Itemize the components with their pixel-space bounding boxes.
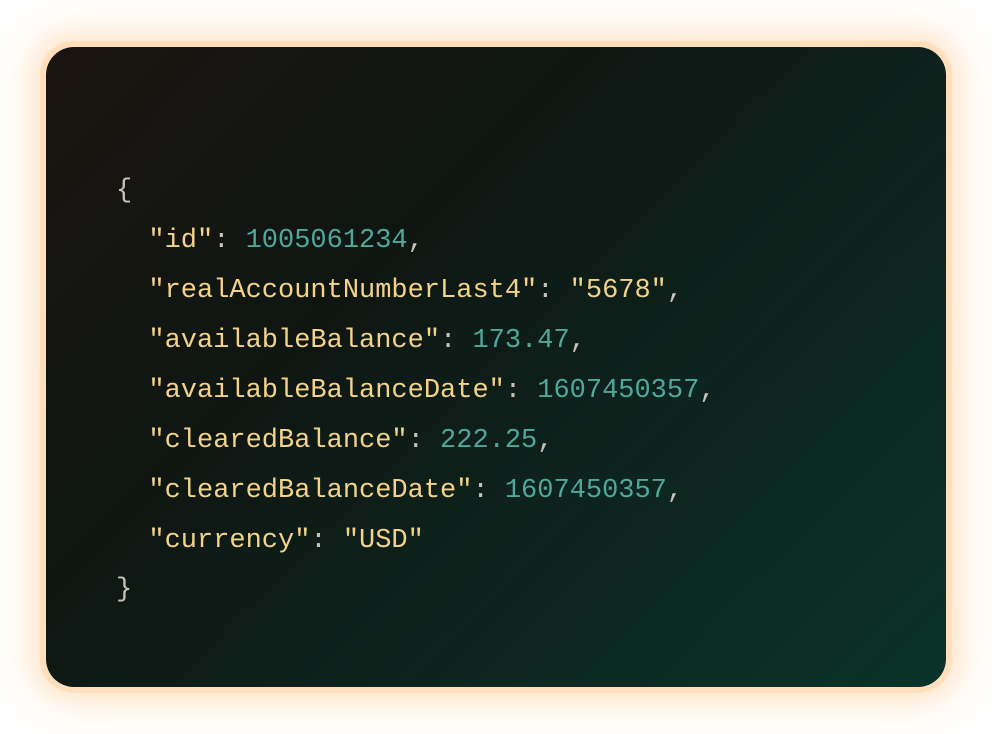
json-colon: : [537,276,569,306]
json-comma: , [699,376,715,406]
json-colon: : [505,376,537,406]
json-value: 1607450357 [505,476,667,506]
json-value: 1005061234 [246,226,408,256]
json-key: "clearedBalanceDate" [148,476,472,506]
code-card: { "id": 1005061234, "realAccountNumberLa… [46,47,946,687]
json-key: "availableBalanceDate" [148,376,504,406]
json-value: "USD" [343,526,424,556]
json-value: 222.25 [440,426,537,456]
json-key: "currency" [148,526,310,556]
json-key: "realAccountNumberLast4" [148,276,537,306]
json-colon: : [408,426,440,456]
close-bracket: } [116,575,132,605]
json-comma: , [408,226,424,256]
json-key: "availableBalance" [148,326,440,356]
json-colon: : [310,526,342,556]
json-value: 1607450357 [537,376,699,406]
json-code-block: { "id": 1005061234, "realAccountNumberLa… [116,117,896,616]
json-colon: : [440,326,472,356]
json-comma: , [667,476,683,506]
json-comma: , [537,426,553,456]
json-key: "id" [148,226,213,256]
json-value: 173.47 [472,326,569,356]
json-value: "5678" [570,276,667,306]
json-key: "clearedBalance" [148,426,407,456]
json-comma: , [570,326,586,356]
json-colon: : [213,226,245,256]
json-comma: , [667,276,683,306]
open-bracket: { [116,176,132,206]
json-colon: : [472,476,504,506]
